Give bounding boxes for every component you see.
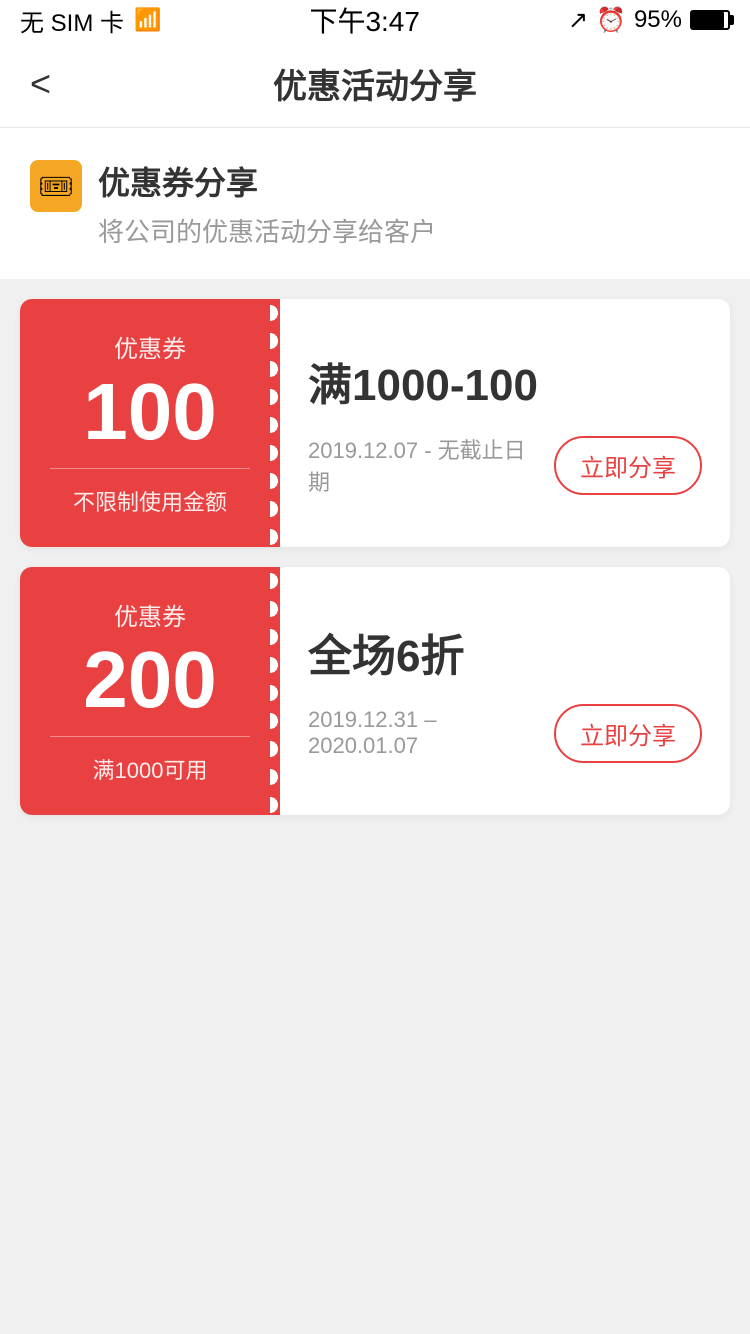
coupon-right-2: 全场6折 2019.12.31 – 2020.01.07 立即分享 xyxy=(280,567,730,815)
alarm-icon: ⏰ xyxy=(596,6,626,35)
coupon-bottom-1: 2019.12.07 - 无截止日期 立即分享 xyxy=(308,433,702,497)
status-left: 无 SIM 卡 📶 xyxy=(20,3,161,38)
coupon-date-2: 2019.12.31 – 2020.01.07 xyxy=(308,707,544,759)
status-bar: 无 SIM 卡 📶 下午3:47 ↗ ⏰ 95% xyxy=(0,0,750,40)
nav-bar: < 优惠活动分享 xyxy=(0,40,750,128)
section-subtitle: 将公司的优惠活动分享给客户 xyxy=(98,212,436,249)
coupon-condition-2: 满1000可用 xyxy=(93,753,208,785)
coupon-card-2: 优惠券 200 满1000可用 全场6折 2019.12.31 – 2020.0… xyxy=(20,567,730,815)
battery-text: 95% xyxy=(634,6,682,34)
section-header: 🎟 优惠券分享 将公司的优惠活动分享给客户 xyxy=(0,128,750,279)
section-icon: 🎟 xyxy=(30,160,82,212)
coupon-condition-1: 不限制使用金额 xyxy=(73,485,227,517)
location-icon: ↗ xyxy=(568,6,588,35)
coupon-left-1: 优惠券 100 不限制使用金额 xyxy=(20,299,280,547)
section-title: 优惠券分享 xyxy=(98,158,436,204)
coupon-type-1: 优惠券 xyxy=(114,329,186,364)
coupon-amount-2: 200 xyxy=(83,640,216,720)
back-button[interactable]: < xyxy=(30,63,51,105)
share-button-2[interactable]: 立即分享 xyxy=(554,704,702,763)
status-right: ↗ ⏰ 95% xyxy=(568,6,730,35)
section-text: 优惠券分享 将公司的优惠活动分享给客户 xyxy=(98,158,436,249)
coupon-card-1: 优惠券 100 不限制使用金额 满1000-100 2019.12.07 - 无… xyxy=(20,299,730,547)
carrier-text: 无 SIM 卡 xyxy=(20,3,124,38)
coupon-bottom-2: 2019.12.31 – 2020.01.07 立即分享 xyxy=(308,704,702,763)
page-content: 🎟 优惠券分享 将公司的优惠活动分享给客户 优惠券 100 不限制使用金额 满1… xyxy=(0,128,750,1334)
coupon-amount-1: 100 xyxy=(83,372,216,452)
wifi-icon: 📶 xyxy=(134,7,161,33)
coupon-divider-2 xyxy=(50,736,250,737)
status-time: 下午3:47 xyxy=(309,0,420,40)
coupon-left-2: 优惠券 200 满1000可用 xyxy=(20,567,280,815)
coupon-date-1: 2019.12.07 - 无截止日期 xyxy=(308,433,544,497)
coupon-icon-emoji: 🎟 xyxy=(38,170,74,203)
coupon-type-2: 优惠券 xyxy=(114,597,186,632)
coupon-divider-1 xyxy=(50,468,250,469)
coupon-right-1: 满1000-100 2019.12.07 - 无截止日期 立即分享 xyxy=(280,299,730,547)
battery-icon xyxy=(690,10,730,30)
coupon-name-1: 满1000-100 xyxy=(308,349,702,413)
coupon-name-2: 全场6折 xyxy=(308,620,702,684)
page-title: 优惠活动分享 xyxy=(273,59,477,108)
coupon-list: 优惠券 100 不限制使用金额 满1000-100 2019.12.07 - 无… xyxy=(0,299,750,835)
share-button-1[interactable]: 立即分享 xyxy=(554,436,702,495)
